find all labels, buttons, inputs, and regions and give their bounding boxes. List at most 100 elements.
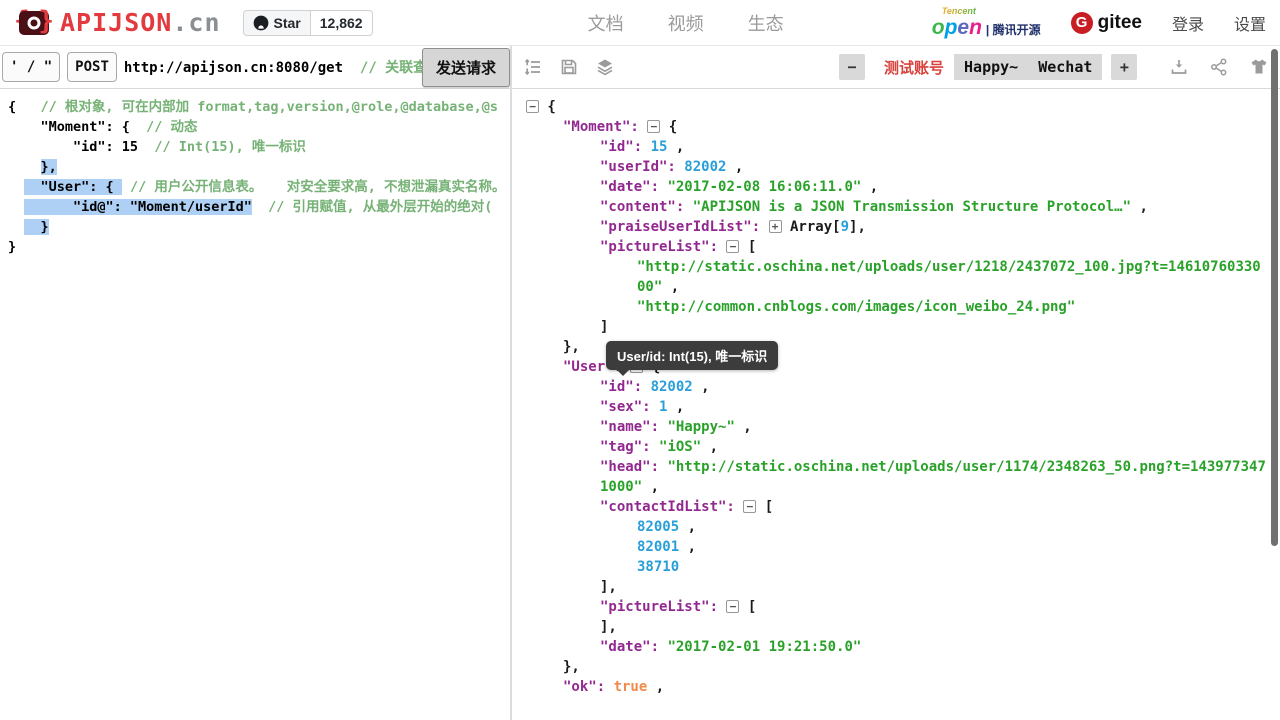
json-line: 38710 [512, 557, 1266, 577]
code-text: }, [40, 159, 57, 175]
json-number: 15 [650, 139, 668, 155]
json-line: "date": "2017-02-01 19:21:50.0" [512, 637, 1266, 657]
json-key: "praiseUserIdList": [600, 219, 769, 235]
star-label: Star [273, 14, 301, 31]
nav-item-docs[interactable]: 文档 [588, 10, 624, 36]
json-string: "Happy~" [667, 419, 735, 435]
json-key: "head": [600, 459, 668, 475]
json-punctuation: , [679, 519, 697, 535]
json-string: "APIJSON is a JSON Transmission Structur… [692, 199, 1132, 215]
json-key: "tag": [600, 439, 660, 455]
json-key: "sex": [600, 399, 660, 415]
apijson-logo[interactable]: { } APIJSON.cn [14, 6, 221, 38]
json-punctuation: [ [756, 499, 774, 515]
response-scrollbar[interactable] [1271, 49, 1278, 546]
collapse-toggle-icon[interactable]: − [743, 500, 757, 513]
json-line: ] [512, 317, 1266, 337]
collapse-toggle-icon[interactable]: − [526, 100, 539, 113]
collapse-toggle-icon[interactable]: − [726, 600, 740, 613]
save-icon[interactable] [560, 58, 578, 76]
code-text: } [24, 219, 49, 235]
gitee-logo[interactable]: G gitee [1070, 11, 1142, 34]
url-comment: // 关联查询 ( [359, 60, 422, 76]
json-number: 38710 [637, 559, 680, 575]
editor-line: { // 根对象, 可在内部加 format,tag,version,@role… [8, 97, 510, 117]
tab-wechat[interactable]: Wechat [1028, 54, 1103, 80]
response-body[interactable]: User/id: Int(15), 唯一标识 − { "Moment": − { "… [512, 89, 1280, 720]
layers-icon[interactable] [596, 58, 614, 76]
json-punctuation: , [647, 679, 665, 695]
tencent-label: Tencent [942, 6, 982, 16]
tencent-open-suffix: | 腾讯开源 [985, 22, 1041, 37]
code-text: "User": { [24, 179, 122, 195]
remove-account-button[interactable]: − [839, 54, 865, 80]
collapse-toggle-icon[interactable]: − [726, 240, 740, 253]
github-star-button[interactable]: Star [242, 9, 311, 36]
request-editor[interactable]: { // 根对象, 可在内部加 format,tag,version,@role… [0, 89, 510, 720]
field-tooltip: User/id: Int(15), 唯一标识 [606, 341, 779, 376]
json-string: "http://static.oschina.net/uploads/user/… [637, 259, 1261, 295]
share-icon[interactable] [1210, 58, 1228, 76]
json-string: "http://common.cnblogs.com/images/icon_w… [637, 299, 1076, 315]
editor-line: } [8, 217, 510, 237]
code-comment: // 动态 [146, 119, 198, 135]
json-punctuation: ], [849, 219, 866, 235]
json-key: "pictureList": [600, 599, 727, 615]
json-line: "id": 15 , [512, 137, 1266, 157]
theme-shirt-icon[interactable] [1250, 58, 1268, 76]
nav-item-videos[interactable]: 视频 [668, 10, 704, 36]
json-punctuation: [ [739, 599, 757, 615]
editor-line: "id@": "Moment/userId" // 引用赋值, 从最外层开始的绝… [8, 197, 510, 217]
json-punctuation: , [726, 159, 744, 175]
nav-item-ecosystem[interactable]: 生态 [748, 10, 784, 36]
apijson-logo-icon: { } [14, 6, 54, 38]
gitee-mark-icon: G [1070, 11, 1093, 34]
tab-test-account[interactable]: 测试账号 [874, 54, 955, 80]
response-pane: − 测试账号 Happy~ Wechat + User/id: Int(15),… [512, 46, 1280, 720]
expand-toggle-icon[interactable]: + [768, 220, 782, 233]
star-count[interactable]: 12,862 [310, 9, 373, 36]
json-punctuation: [ [739, 239, 757, 255]
json-line: "pictureList": − [ [512, 597, 1266, 617]
json-key: "userId": [600, 159, 685, 175]
json-boolean: true [613, 679, 648, 695]
github-star-widget[interactable]: Star 12,862 [242, 9, 373, 36]
json-line: − { [512, 97, 1266, 117]
add-account-button[interactable]: + [1111, 54, 1138, 80]
json-line: "head": "http://static.oschina.net/uploa… [512, 457, 1266, 497]
json-key: "date": [600, 179, 668, 195]
code-comment: // 用户公开信息表。 对安全要求高, 不想泄漏真实名称。 [129, 179, 506, 195]
github-mark-icon [253, 15, 268, 30]
format-lines-icon[interactable] [524, 58, 542, 76]
json-punctuation: , [692, 379, 710, 395]
json-line: "date": "2017-02-08 16:06:11.0" , [512, 177, 1266, 197]
code-comment: // 引用赋值, 从最外层开始的绝对( [268, 199, 493, 215]
send-request-button[interactable]: 发送请求 [421, 47, 510, 87]
quote-toggle-button[interactable]: ' / " [2, 52, 61, 82]
settings-link[interactable]: 设置 [1234, 11, 1266, 35]
tab-happy[interactable]: Happy~ [954, 54, 1029, 80]
json-punctuation: , [679, 539, 697, 555]
code-text: { [8, 99, 41, 115]
json-number: 82002 [650, 379, 693, 395]
json-string: "2017-02-08 16:06:11.0" [667, 179, 862, 195]
gitee-wordmark: gitee [1097, 11, 1142, 33]
method-button[interactable]: POST [67, 52, 117, 82]
json-punctuation: , [734, 419, 752, 435]
collapse-toggle-icon[interactable]: − [647, 120, 661, 133]
tencent-open-logo[interactable]: Tencent open | 腾讯开源 [932, 6, 1041, 40]
json-key: "Moment": [563, 119, 648, 135]
json-number: 82001 [637, 539, 680, 555]
json-punctuation: ] [600, 319, 609, 335]
url-input[interactable]: http://apijson.cn:8080/get // 关联查询 ( [124, 57, 422, 77]
json-punctuation: { [539, 99, 556, 115]
login-link[interactable]: 登录 [1172, 11, 1204, 35]
code-comment: // 根对象, 可在内部加 format,tag,version,@role,@… [40, 99, 499, 115]
json-punctuation: , [667, 139, 685, 155]
json-line: "praiseUserIdList": + Array[9], [512, 217, 1266, 237]
download-icon[interactable] [1170, 58, 1188, 76]
json-key: "id": [600, 139, 651, 155]
